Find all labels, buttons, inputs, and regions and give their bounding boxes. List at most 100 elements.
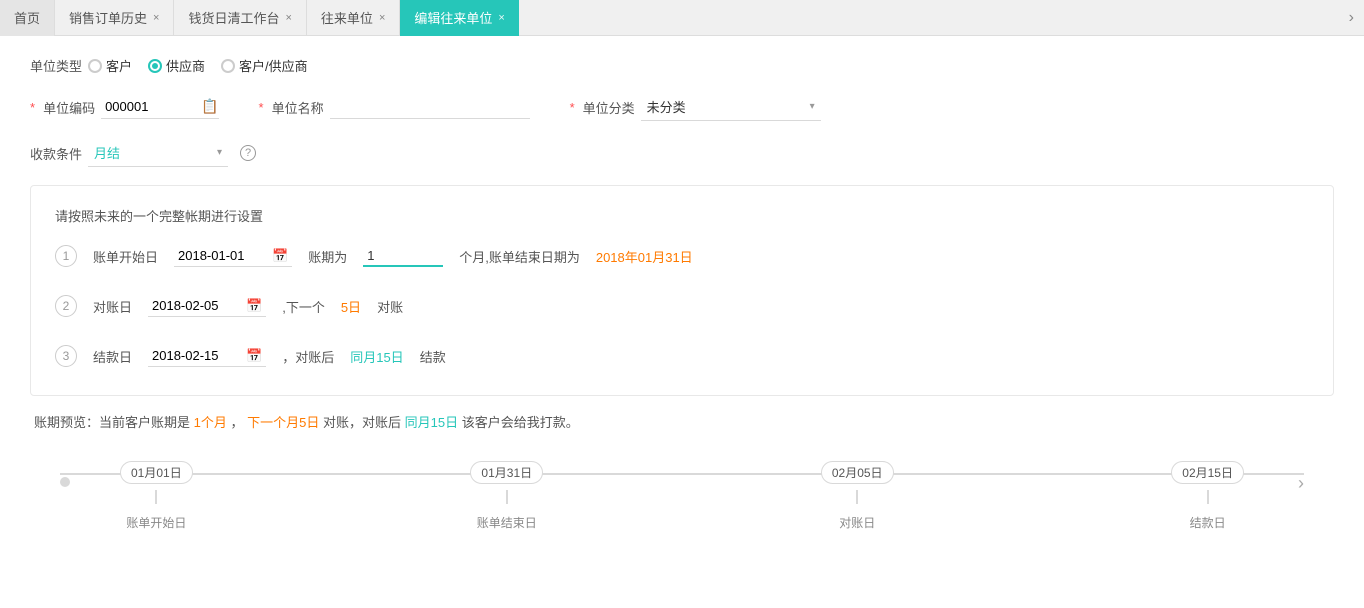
cal-icon-3[interactable]: 📅 xyxy=(246,348,262,364)
step-desc-1-suffix: 个月,账单结束日期为 xyxy=(459,247,580,266)
unit-name-star: * xyxy=(259,100,264,115)
tab-more[interactable]: › xyxy=(1339,9,1364,27)
timeline-points: › 01月01日 账单开始日 01月31日 账单结束日 02月05日 对账日 xyxy=(60,461,1304,531)
step-date-input-1[interactable] xyxy=(178,248,268,263)
step-row-1: 1 账单开始日 📅 账期为 个月,账单结束日期为 2018年01月31日 xyxy=(55,245,1309,267)
payment-label: 收款条件 xyxy=(30,144,82,163)
unit-type-row: 单位类型 客户 供应商 客户/供应商 xyxy=(30,56,1334,75)
timeline-point-2: 01月31日 账单结束日 xyxy=(470,461,543,531)
timeline-point-4: 02月15日 结款日 xyxy=(1171,461,1244,531)
tab-label-home: 首页 xyxy=(14,8,40,27)
timeline-point-1: 01月01日 账单开始日 xyxy=(120,461,193,531)
step-payment-day: 同月15日 xyxy=(350,347,403,366)
radio-supplier-label: 供应商 xyxy=(166,56,205,75)
timeline-label-1: 账单开始日 xyxy=(126,514,186,531)
payment-dropdown[interactable]: 月结 ▾ xyxy=(88,139,228,167)
radio-circle-customer xyxy=(88,59,102,73)
step-desc-2-prefix: ,下一个 xyxy=(282,297,325,316)
step-label-3: 结款日 xyxy=(93,347,132,366)
step-num-1: 1 xyxy=(55,245,77,267)
tab-label-cash-work: 钱货日清工作台 xyxy=(188,8,279,27)
card-title: 请按照未来的一个完整帐期进行设置 xyxy=(55,206,1309,225)
preview-suffix: 该客户会给我打款。 xyxy=(462,415,579,430)
step-date-3: 📅 xyxy=(148,346,266,367)
tab-bar: 首页销售订单历史×钱货日清工作台×往来单位×编辑往来单位×› xyxy=(0,0,1364,36)
tab-sales-order-history[interactable]: 销售订单历史 × xyxy=(55,0,174,36)
radio-circle-supplier xyxy=(148,59,162,73)
step-date-1: 📅 xyxy=(174,246,292,267)
unit-code-input-wrap: 📋 xyxy=(101,95,218,119)
step-num-3: 3 xyxy=(55,345,77,367)
timeline-point-3: 02月05日 对账日 xyxy=(821,461,894,531)
radio-group: 客户 供应商 客户/供应商 xyxy=(88,56,308,75)
radio-supplier[interactable]: 供应商 xyxy=(148,56,205,75)
step-desc-1-prefix: 账期为 xyxy=(308,247,347,266)
unit-category-select[interactable]: 未分类 ▾ xyxy=(641,93,821,121)
unit-code-input[interactable] xyxy=(101,95,201,118)
timeline-label-3: 对账日 xyxy=(839,514,875,531)
step-end-date: 2018年01月31日 xyxy=(596,247,693,266)
radio-circle-both xyxy=(221,59,235,73)
tab-counterparty[interactable]: 往来单位× xyxy=(307,0,400,36)
step-desc-3-prefix: ，对账后 xyxy=(282,347,334,366)
preview-part1: 1个月 xyxy=(194,415,227,430)
step-date-input-2[interactable] xyxy=(152,298,242,313)
unit-category-value: 未分类 xyxy=(647,97,810,116)
unit-name-label: 单位名称 xyxy=(272,98,324,117)
unit-category-arrow: ▾ xyxy=(810,101,815,112)
card-section: 请按照未来的一个完整帐期进行设置 1 账单开始日 📅 账期为 个月,账单结束日期… xyxy=(30,185,1334,396)
timeline-label-4: 结款日 xyxy=(1190,514,1226,531)
tab-home[interactable]: 首页 xyxy=(0,0,55,36)
unit-category-field: * 单位分类 未分类 ▾ xyxy=(570,93,821,121)
step-date-input-3[interactable] xyxy=(152,348,242,363)
timeline-connector-3 xyxy=(856,490,858,504)
radio-both-label: 客户/供应商 xyxy=(239,56,308,75)
preview-part3: 同月15日 xyxy=(405,415,458,430)
timeline-connector-1 xyxy=(155,490,157,504)
main-content: 单位类型 客户 供应商 客户/供应商 * 单位编码 xyxy=(0,36,1364,608)
step-row-3: 3 结款日 📅 ，对账后 同月15日 结款 xyxy=(55,345,1309,367)
step-label-2: 对账日 xyxy=(93,297,132,316)
payment-row: 收款条件 月结 ▾ ? xyxy=(30,139,1334,167)
timeline-connector-2 xyxy=(506,490,508,504)
timeline-end-arrow: › xyxy=(1298,473,1304,494)
unit-name-field: * 单位名称 河南供应商22 xyxy=(259,95,530,119)
tab-close-sales-order-history[interactable]: × xyxy=(153,12,159,24)
code-name-row: * 单位编码 📋 * 单位名称 河南供应商22 * 单位分类 未分类 ▾ xyxy=(30,93,1334,121)
unit-type-label: 单位类型 xyxy=(30,56,82,75)
timeline-label-2: 账单结束日 xyxy=(477,514,537,531)
tab-close-counterparty[interactable]: × xyxy=(379,12,385,24)
payment-field: 收款条件 月结 ▾ ? xyxy=(30,139,256,167)
timeline-start-cap xyxy=(60,477,70,487)
tab-cash-work[interactable]: 钱货日清工作台 × xyxy=(174,0,306,36)
preview-comma1: ， xyxy=(231,415,244,430)
step-desc-2-suffix: 对账 xyxy=(377,297,403,316)
cal-icon-2[interactable]: 📅 xyxy=(246,298,262,314)
unit-code-star: * xyxy=(30,100,35,115)
tab-label-sales-order-history: 销售订单历史 xyxy=(69,8,147,27)
cal-icon-1[interactable]: 📅 xyxy=(272,248,288,264)
unit-code-field: * 单位编码 📋 xyxy=(30,95,219,119)
payment-dropdown-arrow: ▾ xyxy=(217,147,222,158)
payment-value: 月结 xyxy=(94,143,217,162)
unit-category-label: 单位分类 xyxy=(583,98,635,117)
tab-close-cash-work[interactable]: × xyxy=(285,12,291,24)
radio-customer-label: 客户 xyxy=(106,56,132,75)
tab-close-edit-counterparty[interactable]: × xyxy=(498,12,504,24)
timeline-badge-1: 01月01日 xyxy=(120,461,193,484)
unit-name-input[interactable]: 河南供应商22 xyxy=(330,95,530,119)
timeline-badge-3: 02月05日 xyxy=(821,461,894,484)
unit-code-icon[interactable]: 📋 xyxy=(201,98,218,115)
preview-part2: 下一个月5日 xyxy=(247,415,319,430)
unit-category-star: * xyxy=(570,100,575,115)
timeline-badge-4: 02月15日 xyxy=(1171,461,1244,484)
preview-text: 账期预览：当前客户账期是 1个月 ， 下一个月5日 对账，对账后 同月15日 该… xyxy=(30,412,1334,431)
tab-edit-counterparty[interactable]: 编辑往来单位× xyxy=(400,0,518,36)
preview-label: 账期预览：当前客户账期是 xyxy=(34,415,190,430)
step-months-input[interactable] xyxy=(363,246,443,267)
radio-both[interactable]: 客户/供应商 xyxy=(221,56,308,75)
step-desc-3-suffix: 结款 xyxy=(420,347,446,366)
radio-customer[interactable]: 客户 xyxy=(88,56,132,75)
payment-help-icon[interactable]: ? xyxy=(240,145,256,161)
preview-section: 账期预览：当前客户账期是 1个月 ， 下一个月5日 对账，对账后 同月15日 该… xyxy=(30,412,1334,581)
